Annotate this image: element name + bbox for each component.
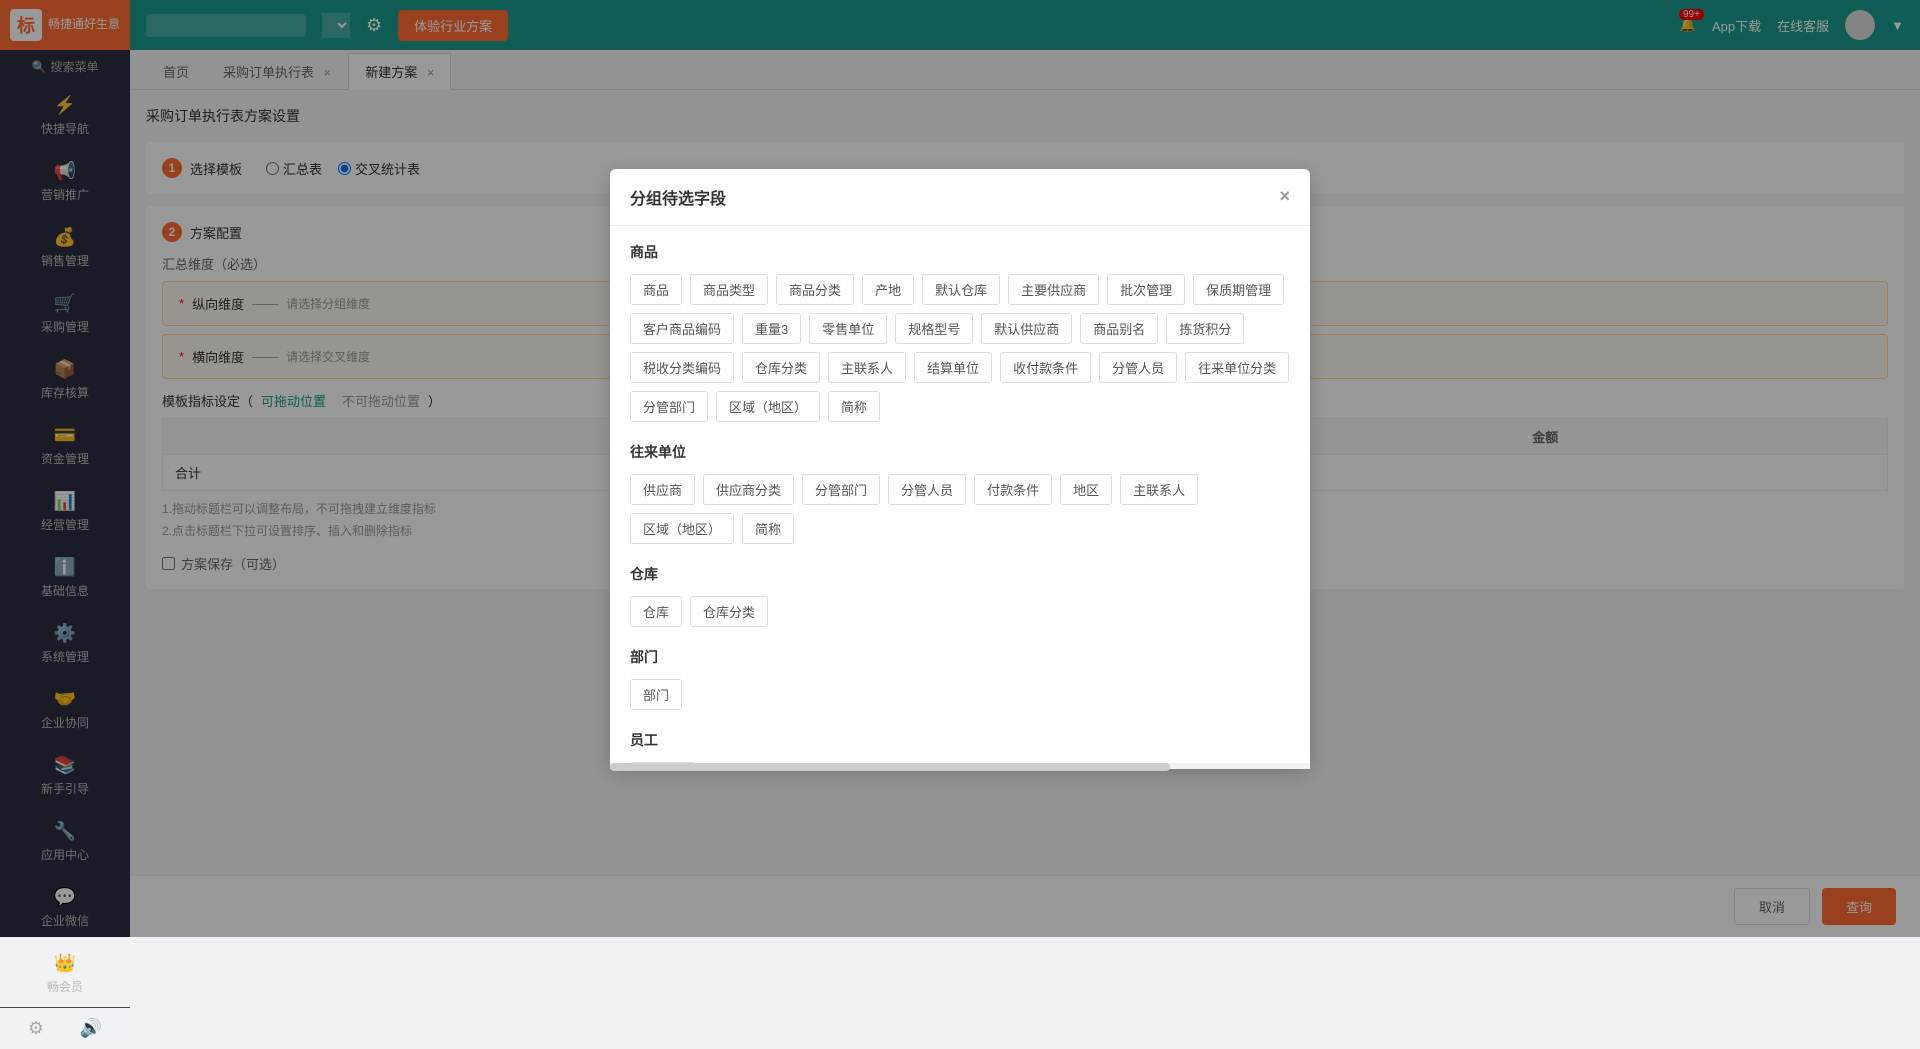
field-tag[interactable]: 仓库	[630, 596, 682, 627]
field-select-modal: 分组待选字段 × 商品 商品 商品类型 商品分类 产地 默认仓库 主要供应商 批…	[610, 169, 1310, 769]
field-group-partner-title: 往来单位	[630, 442, 1290, 462]
modal-title: 分组待选字段	[630, 185, 726, 209]
field-tag[interactable]: 供应商分类	[703, 474, 794, 505]
field-list-dept: 部门	[630, 679, 1290, 710]
modal-overlay: 分组待选字段 × 商品 商品 商品类型 商品分类 产地 默认仓库 主要供应商 批…	[0, 0, 1920, 937]
field-tag[interactable]: 部门	[630, 679, 682, 710]
field-group-product: 商品 商品 商品类型 商品分类 产地 默认仓库 主要供应商 批次管理 保质期管理…	[630, 242, 1290, 422]
field-group-employee: 员工 业务员	[630, 730, 1290, 763]
volume-icon[interactable]: 🔊	[80, 1018, 102, 1039]
field-tag[interactable]: 结算单位	[914, 352, 992, 383]
field-group-dept-title: 部门	[630, 647, 1290, 667]
field-tag[interactable]: 主联系人	[828, 352, 906, 383]
field-tag[interactable]: 分管部门	[630, 391, 708, 422]
field-tag[interactable]: 拣货积分	[1166, 313, 1244, 344]
field-tag[interactable]: 地区	[1060, 474, 1112, 505]
field-tag[interactable]: 商品别名	[1080, 313, 1158, 344]
field-group-partner: 往来单位 供应商 供应商分类 分管部门 分管人员 付款条件 地区 主联系人 区域…	[630, 442, 1290, 544]
modal-scrollbar-thumb	[610, 763, 1170, 771]
field-tag[interactable]: 规格型号	[895, 313, 973, 344]
field-tag[interactable]: 简称	[828, 391, 880, 422]
field-tag[interactable]: 客户商品编码	[630, 313, 734, 344]
field-tag[interactable]: 税收分类编码	[630, 352, 734, 383]
modal-body: 商品 商品 商品类型 商品分类 产地 默认仓库 主要供应商 批次管理 保质期管理…	[610, 226, 1310, 763]
modal-header: 分组待选字段 ×	[610, 169, 1310, 226]
sidebar-bottom: ⚙ 🔊	[0, 1007, 130, 1049]
field-tag[interactable]: 收付款条件	[1000, 352, 1091, 383]
field-group-warehouse-title: 仓库	[630, 564, 1290, 584]
field-tag[interactable]: 零售单位	[809, 313, 887, 344]
field-tag[interactable]: 供应商	[630, 474, 695, 505]
field-tag[interactable]: 分管人员	[888, 474, 966, 505]
modal-close-btn[interactable]: ×	[1279, 186, 1290, 207]
field-tag[interactable]: 保质期管理	[1193, 274, 1284, 305]
field-list-warehouse: 仓库 仓库分类	[630, 596, 1290, 627]
field-tag[interactable]: 批次管理	[1107, 274, 1185, 305]
field-tag[interactable]: 简称	[742, 513, 794, 544]
field-list-partner: 供应商 供应商分类 分管部门 分管人员 付款条件 地区 主联系人 区域（地区） …	[630, 474, 1290, 544]
field-tag[interactable]: 主联系人	[1120, 474, 1198, 505]
field-tag[interactable]: 主要供应商	[1008, 274, 1099, 305]
field-tag[interactable]: 仓库分类	[690, 596, 768, 627]
field-list-product: 商品 商品类型 商品分类 产地 默认仓库 主要供应商 批次管理 保质期管理 客户…	[630, 274, 1290, 422]
field-tag[interactable]: 分管部门	[802, 474, 880, 505]
field-group-dept: 部门 部门	[630, 647, 1290, 710]
field-tag[interactable]: 商品	[630, 274, 682, 305]
field-tag[interactable]: 重量3	[742, 313, 801, 344]
sidebar-item-member[interactable]: 👑畅会员	[0, 941, 130, 1007]
modal-horizontal-scrollbar[interactable]	[610, 763, 1310, 769]
field-tag[interactable]: 仓库分类	[742, 352, 820, 383]
field-group-employee-title: 员工	[630, 730, 1290, 750]
field-tag[interactable]: 付款条件	[974, 474, 1052, 505]
field-tag[interactable]: 区域（地区）	[630, 513, 734, 544]
field-tag[interactable]: 产地	[862, 274, 914, 305]
field-tag[interactable]: 分管人员	[1099, 352, 1177, 383]
field-tag[interactable]: 商品分类	[776, 274, 854, 305]
field-tag[interactable]: 商品类型	[690, 274, 768, 305]
field-group-warehouse: 仓库 仓库 仓库分类	[630, 564, 1290, 627]
field-tag[interactable]: 往来单位分类	[1185, 352, 1289, 383]
settings-icon[interactable]: ⚙	[28, 1018, 44, 1039]
field-tag[interactable]: 默认仓库	[922, 274, 1000, 305]
field-group-product-title: 商品	[630, 242, 1290, 262]
field-tag[interactable]: 区域（地区）	[716, 391, 820, 422]
member-icon: 👑	[54, 953, 76, 974]
field-tag[interactable]: 默认供应商	[981, 313, 1072, 344]
